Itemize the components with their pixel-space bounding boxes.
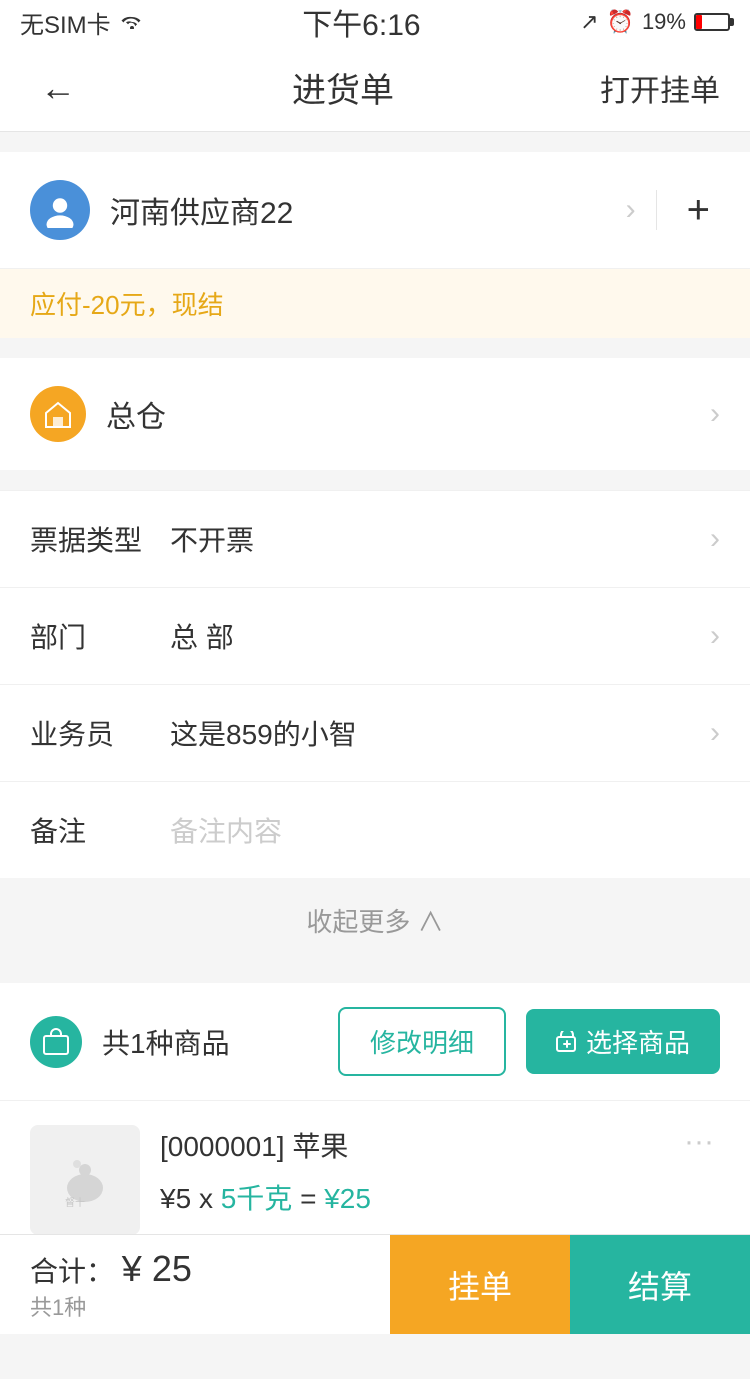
- equals: =: [300, 1183, 324, 1214]
- dept-row[interactable]: 部门 总 部 ›: [0, 587, 750, 684]
- hold-button[interactable]: 挂单: [390, 1235, 570, 1334]
- product-title: 苹果: [292, 1131, 348, 1162]
- supplier-name: 河南供应商22: [110, 188, 626, 232]
- quantity: 5千克: [221, 1183, 293, 1214]
- dept-value: 总 部: [150, 616, 710, 656]
- product-code: [0000001]: [160, 1131, 285, 1162]
- sales-chevron-icon: ›: [710, 716, 720, 750]
- total-row: 合计： ¥ 25: [30, 1248, 360, 1290]
- settle-button[interactable]: 结算: [570, 1235, 750, 1334]
- product-thumbnail: 督十: [30, 1125, 140, 1235]
- gap-2: [0, 338, 750, 358]
- product-info: [0000001] 苹果 ¥5 x 5千克 = ¥25: [160, 1125, 658, 1217]
- price-sep: x: [199, 1183, 221, 1214]
- product-price: ¥5 x 5千克 = ¥25: [160, 1177, 658, 1217]
- note-label: 备注: [30, 810, 150, 850]
- warehouse-chevron-icon: ›: [710, 397, 720, 431]
- edit-detail-button[interactable]: 修改明细: [338, 1007, 506, 1076]
- svg-text:督十: 督十: [65, 1196, 85, 1209]
- warehouse-name: 总仓: [106, 392, 710, 436]
- status-time: 下午6:16: [302, 0, 420, 44]
- nav-bar: ← 进货单 打开挂单: [0, 44, 750, 132]
- supplier-section: 河南供应商22 › + 应付-20元，现结: [0, 152, 750, 338]
- warehouse-row[interactable]: 总仓 ›: [0, 358, 750, 470]
- note-row[interactable]: 备注 备注内容: [0, 781, 750, 878]
- total-amount: ¥ 25: [122, 1248, 192, 1289]
- sales-row[interactable]: 业务员 这是859的小智 ›: [0, 684, 750, 781]
- signal-text: 无SIM卡: [20, 5, 111, 40]
- status-right: ↗ ⏰ 19%: [580, 9, 730, 35]
- supplier-chevron-icon: ›: [626, 193, 636, 227]
- ticket-label: 票据类型: [30, 519, 150, 559]
- gap-4: [0, 963, 750, 983]
- warehouse-icon: [30, 386, 86, 442]
- add-button[interactable]: +: [677, 188, 720, 233]
- total-count: 共1种: [30, 1290, 360, 1322]
- cart-icon: [556, 1031, 578, 1053]
- bottom-bar: 合计： ¥ 25 共1种 挂单 结算: [0, 1234, 750, 1334]
- warehouse-section: 总仓 ›: [0, 358, 750, 470]
- battery-pct: 19%: [642, 9, 686, 35]
- product-name: [0000001] 苹果: [160, 1125, 658, 1165]
- dept-chevron-icon: ›: [710, 619, 720, 653]
- select-product-button[interactable]: 选择商品: [526, 1009, 720, 1074]
- sales-value: 这是859的小智: [150, 713, 710, 753]
- battery-icon: [694, 13, 730, 31]
- page-title: 进货单: [292, 63, 394, 112]
- ticket-chevron-icon: ›: [710, 522, 720, 556]
- total-label: 合计：: [30, 1256, 114, 1287]
- product-count: 共1种商品: [102, 1022, 318, 1062]
- status-bar: 无SIM卡 下午6:16 ↗ ⏰ 19%: [0, 0, 750, 44]
- gap-1: [0, 132, 750, 152]
- product-header-icon: [30, 1016, 82, 1068]
- subtotal: ¥25: [324, 1183, 371, 1214]
- open-hold-button[interactable]: 打开挂单: [600, 66, 720, 110]
- divider: [656, 190, 657, 230]
- warning-banner: 应付-20元，现结: [0, 269, 750, 338]
- back-button[interactable]: ←: [30, 57, 86, 119]
- supplier-row[interactable]: 河南供应商22 › +: [0, 152, 750, 269]
- ticket-value: 不开票: [150, 519, 710, 559]
- alarm-icon: ⏰: [607, 9, 634, 35]
- dept-label: 部门: [30, 616, 150, 656]
- form-section: 票据类型 不开票 › 部门 总 部 › 业务员 这是859的小智 › 备注 备注…: [0, 490, 750, 878]
- ticket-type-row[interactable]: 票据类型 不开票 ›: [0, 490, 750, 587]
- supplier-avatar: [30, 180, 90, 240]
- unit-price: ¥5: [160, 1183, 191, 1214]
- product-header: 共1种商品 修改明细 选择商品: [0, 983, 750, 1100]
- select-product-label: 选择商品: [586, 1023, 690, 1060]
- gap-3: [0, 470, 750, 490]
- status-left: 无SIM卡: [20, 5, 143, 40]
- collapse-button[interactable]: 收起更多 ∧: [0, 878, 750, 963]
- location-icon: ↗: [580, 9, 598, 35]
- product-thumb-icon: 督十: [55, 1150, 115, 1210]
- note-placeholder[interactable]: 备注内容: [150, 810, 720, 850]
- sales-label: 业务员: [30, 713, 150, 753]
- total-section: 合计： ¥ 25 共1种: [0, 1248, 390, 1322]
- product-more-button[interactable]: ···: [678, 1125, 720, 1159]
- wifi-icon: [121, 8, 143, 36]
- product-section: 共1种商品 修改明细 选择商品 督十: [0, 983, 750, 1259]
